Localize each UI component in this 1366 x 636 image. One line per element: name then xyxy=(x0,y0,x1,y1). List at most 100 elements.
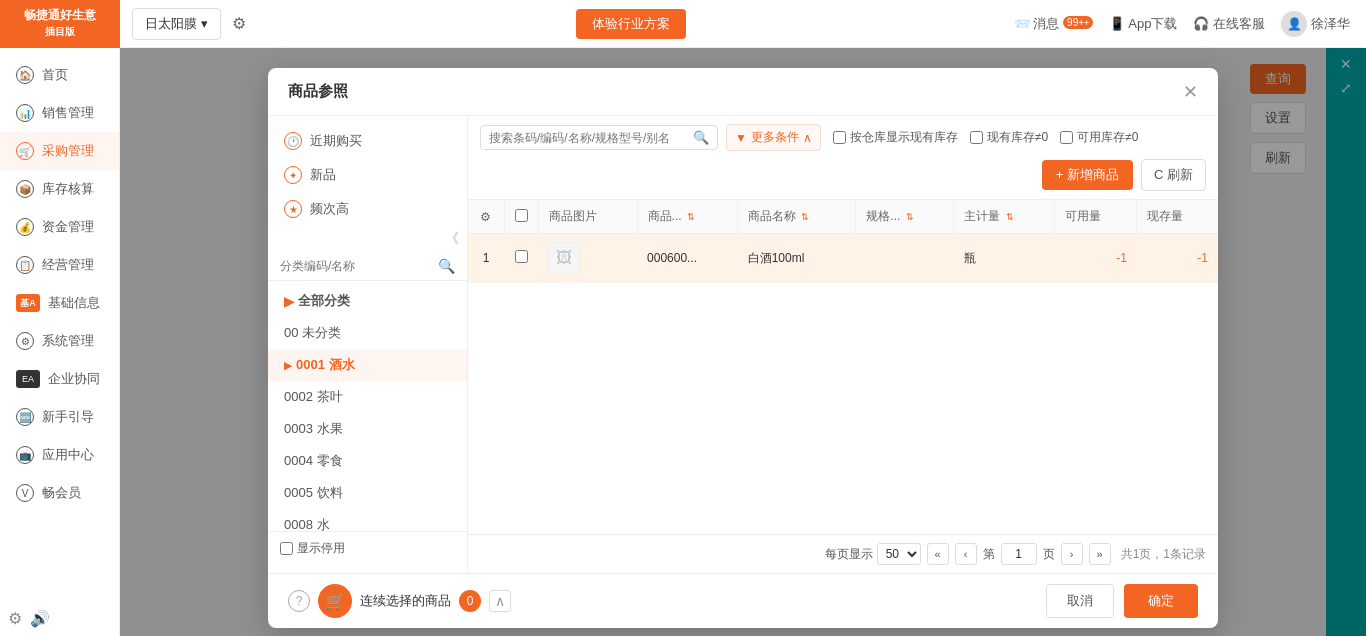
apps-icon: 📺 xyxy=(16,446,34,464)
modal-title: 商品参照 xyxy=(288,82,348,101)
available-nonzero-checkbox[interactable] xyxy=(970,131,983,144)
confirm-button[interactable]: 确定 xyxy=(1124,584,1198,618)
finance-icon: 💰 xyxy=(16,218,34,236)
th-code[interactable]: 商品... ⇅ xyxy=(637,200,738,234)
prev-page-button[interactable]: ‹ xyxy=(955,543,977,565)
category-fruit-label: 0003 水果 xyxy=(284,420,343,438)
modal-backdrop: 商品参照 ✕ 🕐 近期购买 ✦ 新品 xyxy=(120,48,1366,636)
filter-label: 更多条件 xyxy=(751,129,799,146)
sidebar-item-inventory[interactable]: 📦 库存核算 xyxy=(0,170,119,208)
page-suffix-label: 页 xyxy=(1043,546,1055,563)
refresh-button[interactable]: C 刷新 xyxy=(1141,159,1206,191)
category-liquor[interactable]: ▶ 0001 酒水 xyxy=(268,349,467,381)
sidebar-item-manage[interactable]: 📋 经营管理 xyxy=(0,246,119,284)
navbar-right: 📨 消息 99++ 📱 App下载 🎧 在线客服 👤 徐泽华 xyxy=(1014,11,1350,37)
user-avatar[interactable]: 👤 徐泽华 xyxy=(1281,11,1350,37)
th-name[interactable]: 商品名称 ⇅ xyxy=(738,200,856,234)
category-water[interactable]: 0008 水 xyxy=(268,509,467,531)
footer-collapse-button[interactable]: ∧ xyxy=(489,590,511,612)
usable-nonzero-checkbox[interactable] xyxy=(1060,131,1073,144)
row-seq: 1 xyxy=(468,234,504,283)
sidebar-item-system[interactable]: ⚙ 系统管理 xyxy=(0,322,119,360)
show-stock-checkbox[interactable] xyxy=(833,131,846,144)
th-image: 商品图片 xyxy=(538,200,637,234)
settings-bottom-icon[interactable]: ⚙ xyxy=(8,609,22,628)
first-page-button[interactable]: « xyxy=(927,543,949,565)
all-categories-item[interactable]: ▶ 全部分类 xyxy=(268,285,467,317)
category-tea[interactable]: 0002 茶叶 xyxy=(268,381,467,413)
settings-icon[interactable]: ⚙ xyxy=(229,14,249,34)
category-uncategorized[interactable]: 00 未分类 xyxy=(268,317,467,349)
row-select-checkbox[interactable] xyxy=(515,250,528,263)
th-available: 可用量 xyxy=(1055,200,1137,234)
th-unit[interactable]: 主计量 ⇅ xyxy=(954,200,1055,234)
sidebar-item-apps[interactable]: 📺 应用中心 xyxy=(0,436,119,474)
th-checkbox[interactable] xyxy=(504,200,538,234)
next-page-button[interactable]: › xyxy=(1061,543,1083,565)
page-number-input[interactable] xyxy=(1001,543,1037,565)
content-area: 查询 设置 刷新 ✕ ⤢ 商品参照 ✕ xyxy=(120,48,1366,636)
sidebar-item-purchase[interactable]: 🛒 采购管理 xyxy=(0,132,119,170)
modal-body: 🕐 近期购买 ✦ 新品 ★ 频次高 《 xyxy=(268,116,1218,573)
customer-service-link[interactable]: 🎧 在线客服 xyxy=(1193,15,1265,33)
modal-header: 商品参照 ✕ xyxy=(268,68,1218,116)
active-category-arrow-icon: ▶ xyxy=(284,360,292,371)
product-search-icon[interactable]: 🔍 xyxy=(693,130,709,145)
add-product-button[interactable]: + 新增商品 xyxy=(1042,160,1133,190)
logo-text: 畅捷通好生意 xyxy=(24,8,96,22)
navbar-title-dropdown[interactable]: 日太阳膜 ▾ xyxy=(132,8,221,40)
recent-purchase-item[interactable]: 🕐 近期购买 xyxy=(268,124,467,158)
th-spec[interactable]: 规格... ⇅ xyxy=(856,200,954,234)
row-checkbox[interactable] xyxy=(504,234,538,283)
usable-nonzero-label[interactable]: 可用库存≠0 xyxy=(1060,129,1138,146)
modal-close-button[interactable]: ✕ xyxy=(1183,83,1198,101)
cancel-button[interactable]: 取消 xyxy=(1046,584,1114,618)
sidebar-member-label: 畅会员 xyxy=(42,484,81,502)
category-beverage[interactable]: 0005 饮料 xyxy=(268,477,467,509)
category-liquor-label: 0001 酒水 xyxy=(296,356,355,374)
clock-icon: 🕐 xyxy=(284,132,302,150)
product-table-container: ⚙ 商品图片 商品... xyxy=(468,200,1218,534)
frequent-item[interactable]: ★ 频次高 xyxy=(268,192,467,226)
available-nonzero-label[interactable]: 现有库存≠0 xyxy=(970,129,1048,146)
show-stock-label[interactable]: 按仓库显示现有库存 xyxy=(833,129,958,146)
category-fruit[interactable]: 0003 水果 xyxy=(268,413,467,445)
sidebar-item-collab[interactable]: EA 企业协同 xyxy=(0,360,119,398)
select-all-checkbox[interactable] xyxy=(515,209,528,222)
product-search-input[interactable] xyxy=(489,131,689,145)
category-search-input[interactable] xyxy=(280,259,432,273)
cart-icon[interactable]: 🛒 xyxy=(318,584,352,618)
product-image: 🖼 xyxy=(548,242,580,274)
experience-button[interactable]: 体验行业方案 xyxy=(576,9,686,39)
message-icon[interactable]: 📨 消息 99++ xyxy=(1014,15,1093,33)
app-download-link[interactable]: 📱 App下载 xyxy=(1109,15,1177,33)
category-snack[interactable]: 0004 零食 xyxy=(268,445,467,477)
more-filters-button[interactable]: ▼ 更多条件 ∧ xyxy=(726,124,821,151)
th-settings[interactable]: ⚙ xyxy=(468,200,504,234)
sidebar-item-info[interactable]: 基A 基础信息 xyxy=(0,284,119,322)
page-size-select[interactable]: 50 xyxy=(877,543,921,565)
volume-icon[interactable]: 🔊 xyxy=(30,609,50,628)
row-image: 🖼 xyxy=(538,234,637,283)
sidebar-system-label: 系统管理 xyxy=(42,332,94,350)
sidebar-item-finance[interactable]: 💰 资金管理 xyxy=(0,208,119,246)
category-search-button[interactable]: 🔍 xyxy=(438,258,455,274)
sidebar-item-sales[interactable]: 📊 销售管理 xyxy=(0,94,119,132)
th-stock: 现存量 xyxy=(1137,200,1218,234)
sidebar-bottom: ⚙ 🔊 xyxy=(0,601,119,636)
left-collapse-button[interactable]: 《 xyxy=(268,226,467,252)
new-product-item[interactable]: ✦ 新品 xyxy=(268,158,467,192)
modal-toolbar: 🔍 ▼ 更多条件 ∧ 按仓库显示现有库存 xyxy=(468,116,1218,200)
pagination-bar: 每页显示 50 « ‹ 第 页 › » xyxy=(468,534,1218,573)
table-row[interactable]: 1 🖼 xyxy=(468,234,1218,283)
filter-chevron-icon: ∧ xyxy=(803,131,812,145)
sidebar-item-home[interactable]: 🏠 首页 xyxy=(0,56,119,94)
help-icon[interactable]: ? xyxy=(288,590,310,612)
sidebar-item-member[interactable]: V 畅会员 xyxy=(0,474,119,512)
sidebar-item-guide[interactable]: 🆕 新手引导 xyxy=(0,398,119,436)
display-stopped-checkbox[interactable] xyxy=(280,542,293,555)
navbar-title-text: 日太阳膜 xyxy=(145,15,197,33)
display-stopped-checkbox-label[interactable]: 显示停用 xyxy=(280,540,345,557)
category-beverage-label: 0005 饮料 xyxy=(284,484,343,502)
last-page-button[interactable]: » xyxy=(1089,543,1111,565)
